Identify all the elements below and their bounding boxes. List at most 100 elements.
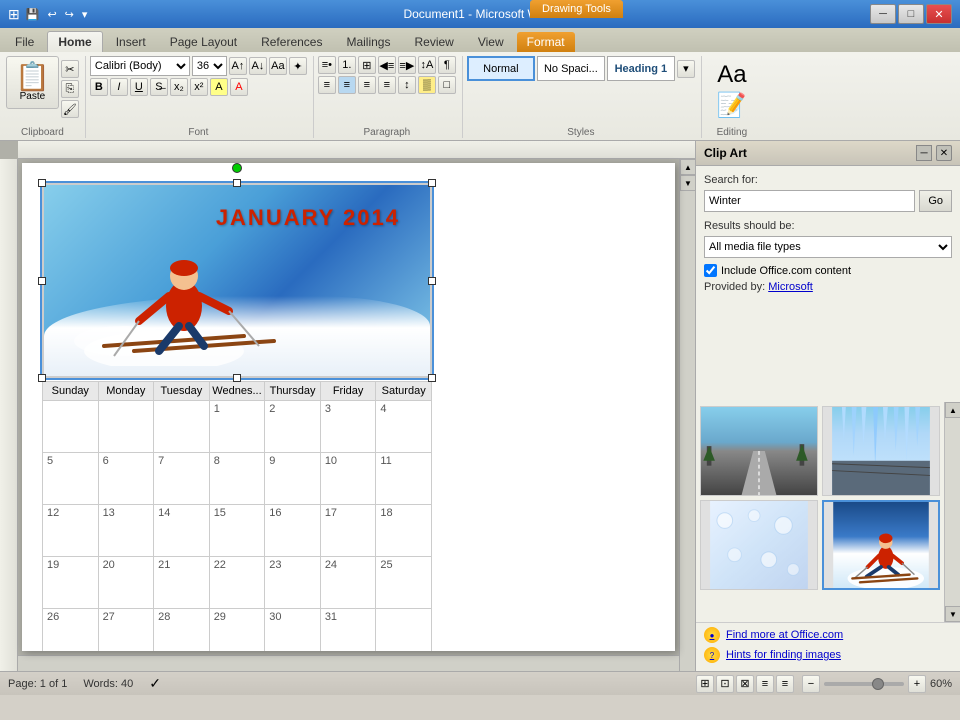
tab-references[interactable]: References	[250, 31, 333, 52]
drawing-tools-badge: Drawing Tools	[530, 0, 623, 18]
line-spacing-btn[interactable]: ↕	[398, 76, 416, 94]
maximize-btn[interactable]: □	[898, 4, 924, 24]
style-normal[interactable]: Normal	[467, 56, 535, 81]
superscript-btn[interactable]: x²	[190, 78, 208, 96]
handle-tm[interactable]	[233, 179, 241, 187]
tab-mailings[interactable]: Mailings	[335, 31, 401, 52]
search-input[interactable]	[704, 190, 915, 212]
include-office-checkbox[interactable]	[704, 264, 717, 277]
horizontal-scrollbar[interactable]	[18, 655, 679, 671]
draft-btn[interactable]: ≡	[776, 675, 794, 693]
copy-btn[interactable]: ⎘	[61, 80, 79, 98]
sort-btn[interactable]: ↕A	[418, 56, 436, 74]
show-marks-btn[interactable]: ¶	[438, 56, 456, 74]
bold-btn[interactable]: B	[90, 78, 108, 96]
list-item[interactable]	[822, 500, 940, 590]
highlight-btn[interactable]: A	[210, 78, 228, 96]
handle-br[interactable]	[428, 374, 436, 382]
handle-tr[interactable]	[428, 179, 436, 187]
window-title: Document1 - Microsoft Word	[89, 7, 870, 21]
clear-format-btn[interactable]: ✦	[289, 57, 307, 75]
save-quick-btn[interactable]: 💾	[24, 6, 42, 23]
scroll-up-btn[interactable]: ▲	[680, 159, 695, 175]
zoom-slider[interactable]	[824, 682, 904, 686]
align-left-btn[interactable]: ≡	[318, 76, 336, 94]
shrink-font-btn[interactable]: A↓	[249, 57, 267, 75]
close-btn[interactable]: ✕	[926, 4, 952, 24]
multilevel-btn[interactable]: ⊞	[358, 56, 376, 74]
tab-insert[interactable]: Insert	[105, 31, 157, 52]
tab-home[interactable]: Home	[47, 31, 102, 52]
panel-close-btn[interactable]: ✕	[936, 145, 952, 161]
tab-page-layout[interactable]: Page Layout	[159, 31, 248, 52]
border-btn[interactable]: □	[438, 76, 456, 94]
handle-tl[interactable]	[38, 179, 46, 187]
align-right-btn[interactable]: ≡	[358, 76, 376, 94]
calendar-image[interactable]: JANUARY 2014	[42, 183, 432, 378]
decrease-indent-btn[interactable]: ◀≡	[378, 56, 396, 74]
panel-scroll-up-btn[interactable]: ▲	[945, 402, 960, 418]
handle-bm[interactable]	[233, 374, 241, 382]
panel-scroll-down-btn[interactable]: ▼	[945, 606, 960, 622]
font-color-btn[interactable]: A	[230, 78, 248, 96]
paragraph-label: Paragraph	[318, 127, 456, 138]
main-area: ▲ ▼	[0, 141, 960, 671]
list-item[interactable]	[700, 406, 818, 496]
zoom-out-btn[interactable]: −	[802, 675, 820, 693]
office-link[interactable]: ● Find more at Office.com	[704, 627, 952, 643]
print-layout-btn[interactable]: ⊞	[696, 675, 714, 693]
editing-label: Editing	[706, 127, 758, 138]
shading-btn[interactable]: ▒	[418, 76, 436, 94]
rotate-handle[interactable]	[232, 163, 242, 173]
justify-btn[interactable]: ≡	[378, 76, 396, 94]
tab-format[interactable]: Format	[517, 32, 575, 52]
italic-btn[interactable]: I	[110, 78, 128, 96]
zoom-in-btn[interactable]: +	[908, 675, 926, 693]
style-no-spacing[interactable]: No Spaci...	[537, 56, 605, 81]
paste-btn[interactable]: 📋 Paste	[6, 56, 59, 109]
full-screen-btn[interactable]: ⊡	[716, 675, 734, 693]
zoom-control: − + 60%	[802, 675, 952, 693]
media-type-select[interactable]: All media file types	[704, 236, 952, 258]
outline-btn[interactable]: ≡	[756, 675, 774, 693]
align-center-btn[interactable]: ≡	[338, 76, 356, 94]
change-case-btn[interactable]: Aa	[269, 57, 287, 75]
scroll-down-btn[interactable]: ▼	[680, 175, 695, 191]
styles-more-btn[interactable]: ▾	[677, 60, 695, 78]
handle-bl[interactable]	[38, 374, 46, 382]
subscript-btn[interactable]: x₂	[170, 78, 188, 96]
font-size-select[interactable]: 36	[192, 56, 227, 76]
tab-view[interactable]: View	[467, 31, 515, 52]
font-name-select[interactable]: Calibri (Body)	[90, 56, 190, 76]
list-item[interactable]	[700, 500, 818, 590]
increase-indent-btn[interactable]: ≡▶	[398, 56, 416, 74]
style-heading1[interactable]: Heading 1	[607, 56, 675, 81]
editing-panel-btn[interactable]: 📝	[717, 91, 747, 120]
numbering-btn[interactable]: 1.	[338, 56, 356, 74]
hints-link[interactable]: ? Hints for finding images	[704, 647, 952, 663]
change-styles-btn[interactable]: Aa	[717, 61, 746, 89]
tab-review[interactable]: Review	[403, 31, 464, 52]
microsoft-link[interactable]: Microsoft	[768, 281, 813, 293]
format-painter-btn[interactable]: 🖌	[61, 100, 79, 118]
list-item[interactable]	[822, 406, 940, 496]
calendar-image-container[interactable]: JANUARY 2014	[42, 183, 432, 378]
redo-quick-btn[interactable]: ↪	[63, 6, 76, 23]
handle-ml[interactable]	[38, 277, 46, 285]
tab-file[interactable]: File	[4, 31, 45, 52]
web-layout-btn[interactable]: ⊠	[736, 675, 754, 693]
status-right: ⊞ ⊡ ⊠ ≡ ≡ − + 60%	[696, 675, 952, 693]
grow-font-btn[interactable]: A↑	[229, 57, 247, 75]
strikethrough-btn[interactable]: S̶	[150, 78, 168, 96]
dropdown-quick-btn[interactable]: ▾	[80, 6, 90, 23]
horizontal-ruler	[18, 141, 695, 159]
handle-mr[interactable]	[428, 277, 436, 285]
go-button[interactable]: Go	[919, 190, 952, 212]
minimize-btn[interactable]: ─	[870, 4, 896, 24]
vertical-scrollbar[interactable]: ▲ ▼	[679, 159, 695, 671]
cut-btn[interactable]: ✂	[61, 60, 79, 78]
panel-minimize-btn[interactable]: ─	[916, 145, 932, 161]
bullets-btn[interactable]: ≡•	[318, 56, 336, 74]
underline-btn[interactable]: U	[130, 78, 148, 96]
undo-quick-btn[interactable]: ↩	[45, 6, 58, 23]
